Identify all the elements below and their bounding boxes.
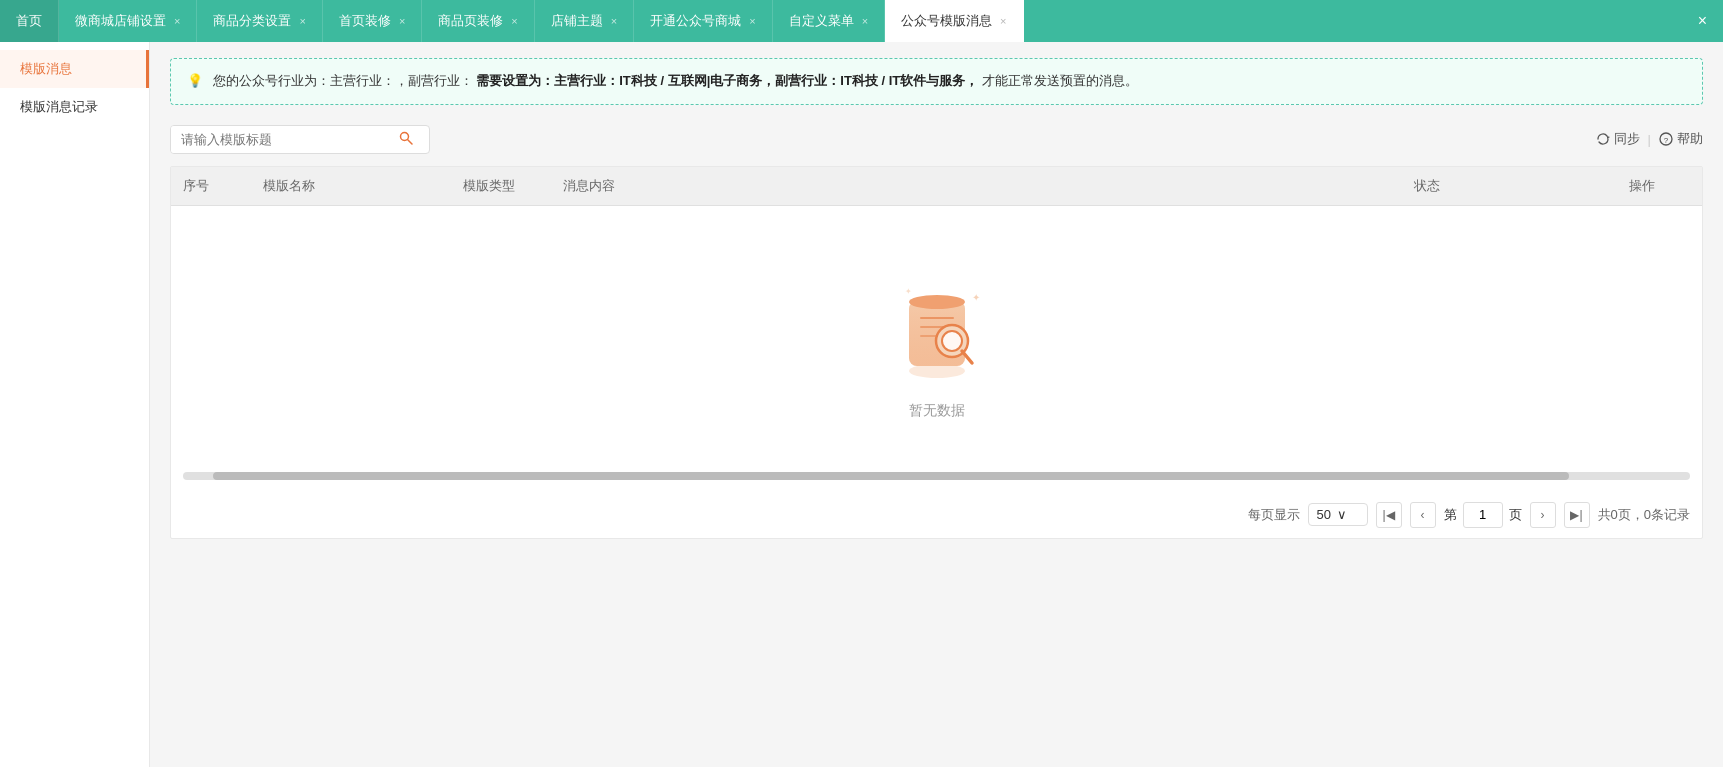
th-content: 消息内容 (551, 167, 1402, 205)
tab-custom-menu[interactable]: 自定义菜单 × (773, 0, 885, 42)
th-seq: 序号 (171, 167, 251, 205)
tab-open-mall-label: 开通公众号商城 (650, 12, 741, 30)
tab-home-decor[interactable]: 首页装修 × (323, 0, 422, 42)
page-number-input[interactable] (1463, 502, 1503, 528)
sidebar-item-template-msg-record-label: 模版消息记录 (20, 99, 98, 114)
empty-icon-svg: ✦ ✦ (877, 266, 997, 386)
help-label: 帮助 (1677, 130, 1703, 148)
svg-line-1 (408, 139, 413, 144)
search-actions: 同步 | ? 帮助 (1596, 130, 1703, 148)
page-input-wrap: 第 页 (1444, 502, 1522, 528)
notice-highlight: 需要设置为：主营行业：IT科技 / 互联网|电子商务，副营行业：IT科技 / I… (476, 73, 978, 88)
tab-custom-menu-close[interactable]: × (862, 15, 868, 27)
tab-category-settings-label: 商品分类设置 (213, 12, 291, 30)
svg-text:✦: ✦ (905, 287, 912, 296)
notice-icon: 💡 (187, 73, 203, 88)
main-layout: 模版消息 模版消息记录 💡 您的公众号行业为：主营行业：，副营行业： 需要设置为… (0, 42, 1723, 767)
sync-button[interactable]: 同步 (1596, 130, 1640, 148)
tab-product-decor-label: 商品页装修 (438, 12, 503, 30)
search-bar: 同步 | ? 帮助 (170, 125, 1703, 154)
data-table: 序号 模版名称 模版类型 消息内容 状态 操作 (170, 166, 1703, 539)
next-page-button[interactable]: › (1530, 502, 1556, 528)
help-button[interactable]: ? 帮助 (1659, 130, 1703, 148)
tab-home-decor-close[interactable]: × (399, 15, 405, 27)
empty-text: 暂无数据 (909, 402, 965, 420)
search-input-wrapper[interactable] (170, 125, 430, 154)
next-page-icon: › (1541, 508, 1545, 522)
page-total: 共0页，0条记录 (1598, 506, 1690, 524)
per-page-label: 每页显示 (1248, 506, 1300, 524)
sidebar: 模版消息 模版消息记录 (0, 42, 150, 767)
tab-open-mall-close[interactable]: × (749, 15, 755, 27)
scroll-track-wrapper (171, 460, 1702, 492)
tab-product-decor-close[interactable]: × (511, 15, 517, 27)
page-unit: 页 (1509, 506, 1522, 524)
tab-shop-theme[interactable]: 店铺主题 × (535, 0, 634, 42)
search-button[interactable] (391, 131, 421, 148)
first-page-button[interactable]: |◀ (1376, 502, 1402, 528)
top-nav: 首页 微商城店铺设置 × 商品分类设置 × 首页装修 × 商品页装修 × 店铺主… (0, 0, 1723, 42)
th-action: 操作 (1582, 167, 1702, 205)
sync-icon (1596, 132, 1610, 146)
tab-weshop-settings-label: 微商城店铺设置 (75, 12, 166, 30)
first-page-icon: |◀ (1382, 508, 1394, 522)
sidebar-item-template-msg-record[interactable]: 模版消息记录 (0, 88, 149, 126)
sidebar-item-template-msg[interactable]: 模版消息 (0, 50, 149, 88)
tab-template-msg[interactable]: 公众号模版消息 × (885, 0, 1023, 42)
per-page-value: 50 (1317, 507, 1331, 522)
prev-page-icon: ‹ (1421, 508, 1425, 522)
last-page-icon: ▶| (1570, 508, 1582, 522)
content-area: 💡 您的公众号行业为：主营行业：，副营行业： 需要设置为：主营行业：IT科技 /… (150, 42, 1723, 767)
prev-page-button[interactable]: ‹ (1410, 502, 1436, 528)
table-header: 序号 模版名称 模版类型 消息内容 状态 操作 (171, 167, 1702, 206)
empty-illustration: ✦ ✦ (877, 266, 997, 386)
svg-point-12 (942, 331, 962, 351)
scrollbar-thumb[interactable] (213, 472, 1569, 480)
tab-weshop-settings[interactable]: 微商城店铺设置 × (59, 0, 197, 42)
tab-template-msg-label: 公众号模版消息 (901, 12, 992, 30)
notice-prefix: 您的公众号行业为：主营行业：，副营行业： (213, 73, 473, 88)
tab-product-decor[interactable]: 商品页装修 × (422, 0, 534, 42)
notice-suffix: 才能正常发送预置的消息。 (982, 73, 1138, 88)
last-page-button[interactable]: ▶| (1564, 502, 1590, 528)
svg-point-7 (909, 295, 965, 309)
empty-state: ✦ ✦ 暂无数据 (171, 206, 1702, 460)
tab-category-settings[interactable]: 商品分类设置 × (197, 0, 322, 42)
tab-home[interactable]: 首页 (0, 0, 59, 42)
per-page-select[interactable]: 50 ∨ (1308, 503, 1368, 526)
tab-custom-menu-label: 自定义菜单 (789, 12, 854, 30)
tab-home-decor-label: 首页装修 (339, 12, 391, 30)
sidebar-item-template-msg-label: 模版消息 (20, 61, 72, 76)
search-input[interactable] (171, 126, 391, 153)
notice-box: 💡 您的公众号行业为：主营行业：，副营行业： 需要设置为：主营行业：IT科技 /… (170, 58, 1703, 105)
tab-shop-theme-label: 店铺主题 (551, 12, 603, 30)
tab-shop-theme-close[interactable]: × (611, 15, 617, 27)
close-all-button[interactable]: × (1682, 12, 1723, 30)
pagination: 每页显示 50 ∨ |◀ ‹ 第 页 › (171, 492, 1702, 538)
tab-weshop-settings-close[interactable]: × (174, 15, 180, 27)
per-page-chevron-icon: ∨ (1337, 507, 1347, 522)
tab-open-mall[interactable]: 开通公众号商城 × (634, 0, 772, 42)
svg-text:✦: ✦ (972, 292, 980, 303)
tab-category-settings-close[interactable]: × (299, 15, 305, 27)
th-name: 模版名称 (251, 167, 451, 205)
svg-text:?: ? (1664, 136, 1669, 145)
th-type: 模版类型 (451, 167, 551, 205)
tab-home-label: 首页 (16, 12, 42, 30)
page-label: 第 (1444, 506, 1457, 524)
svg-point-4 (909, 364, 965, 378)
help-icon: ? (1659, 132, 1673, 146)
tab-template-msg-close[interactable]: × (1000, 15, 1006, 27)
horizontal-scrollbar[interactable] (183, 472, 1690, 480)
sync-label: 同步 (1614, 130, 1640, 148)
search-icon (399, 131, 413, 145)
action-divider: | (1648, 132, 1651, 147)
th-status: 状态 (1402, 167, 1582, 205)
